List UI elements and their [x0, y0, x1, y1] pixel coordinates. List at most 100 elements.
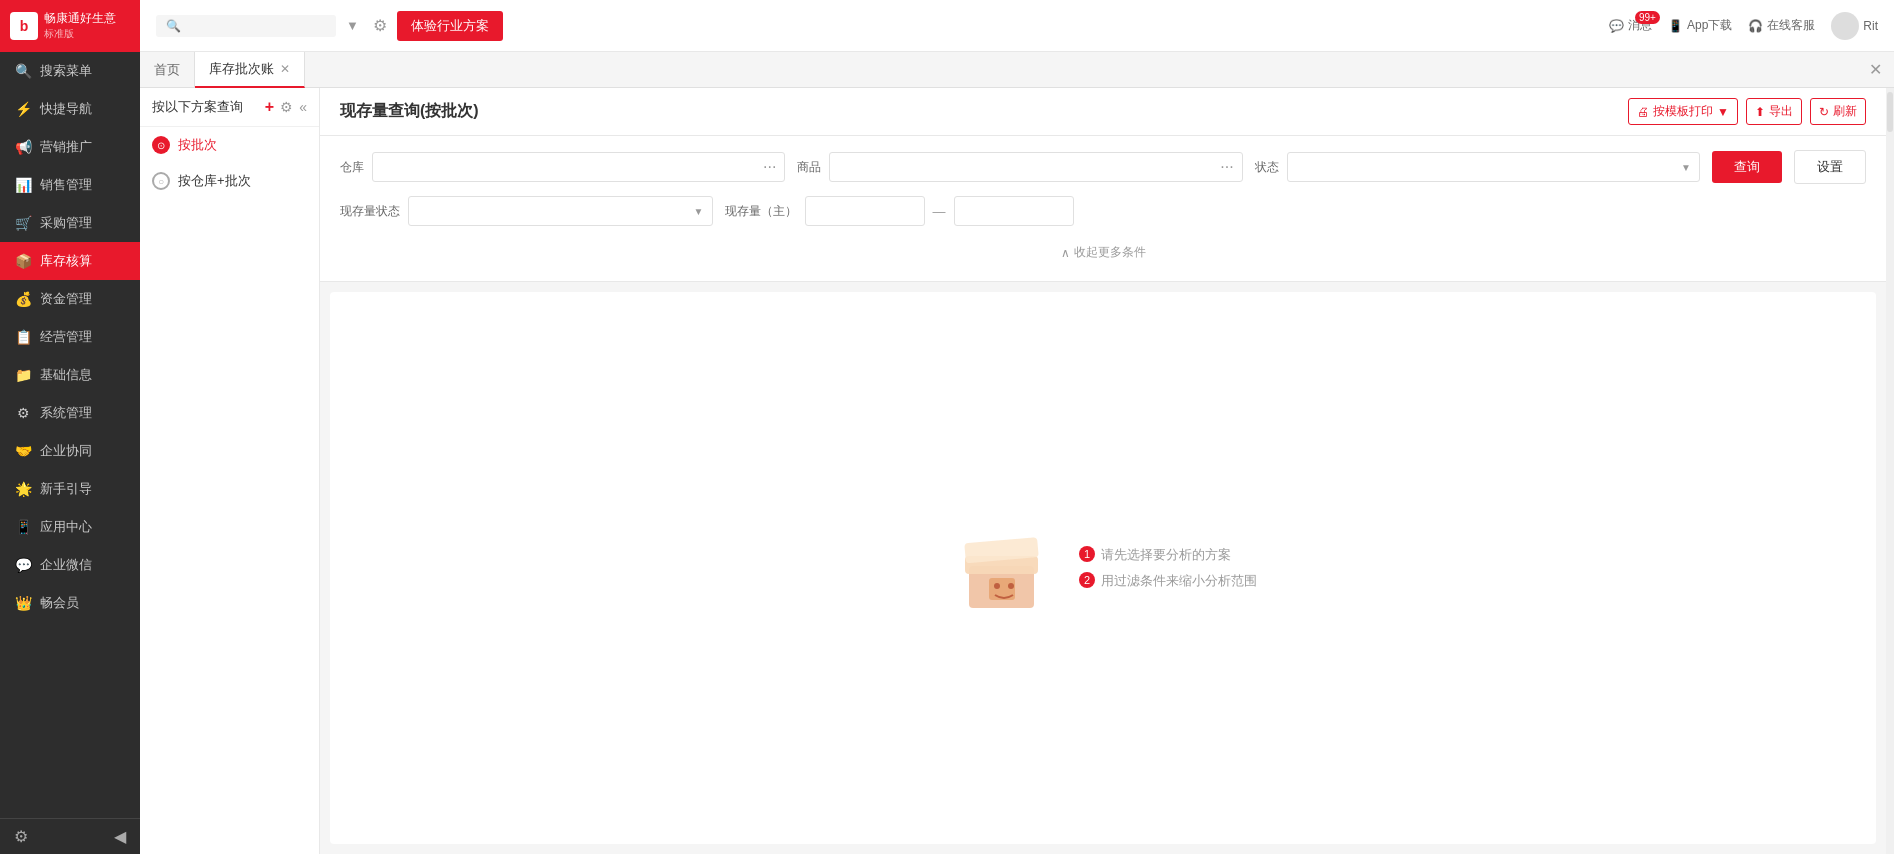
user-group[interactable]: Rit [1831, 12, 1878, 40]
tab-home-label: 首页 [154, 61, 180, 79]
svg-point-4 [994, 583, 1000, 589]
range-dash: — [933, 204, 946, 219]
sidebar-item-apps[interactable]: 📱 应用中心 [0, 508, 140, 546]
sidebar-item-operation[interactable]: 📋 经营管理 [0, 318, 140, 356]
online-service-group[interactable]: 🎧 在线客服 [1748, 17, 1815, 34]
sidebar-item-member[interactable]: 👑 畅会员 [0, 584, 140, 622]
page-header-actions: 🖨 按模板打印 ▼ ⬆ 导出 ↻ 刷新 [1628, 98, 1866, 125]
status-field: 状态 ▼ [1255, 152, 1700, 182]
sidebar-item-label: 应用中心 [40, 518, 92, 536]
sidebar-footer: ⚙ ◀ [0, 818, 140, 854]
topbar-gear-icon[interactable]: ⚙ [373, 16, 387, 35]
sidebar-item-shortcut[interactable]: ⚡ 快捷导航 [0, 90, 140, 128]
tab-home[interactable]: 首页 [140, 52, 195, 88]
plan-item-warehouse-batch[interactable]: ○ 按仓库+批次 [140, 163, 319, 199]
sidebar-item-label: 畅会员 [40, 594, 79, 612]
plan-label: 按批次 [178, 136, 217, 154]
collapse-panel-icon[interactable]: « [299, 99, 307, 115]
sidebar-item-basic[interactable]: 📁 基础信息 [0, 356, 140, 394]
collapse-up-icon: ∧ [1061, 246, 1070, 260]
sidebar-item-label: 营销推广 [40, 138, 92, 156]
trial-button[interactable]: 体验行业方案 [397, 11, 503, 41]
sidebar-item-finance[interactable]: 💰 资金管理 [0, 280, 140, 318]
hint-text-2: 用过滤条件来缩小分析范围 [1101, 572, 1257, 590]
query-button[interactable]: 查询 [1712, 151, 1782, 183]
topbar-dropdown-icon[interactable]: ▼ [346, 18, 359, 33]
page-header: 现存量查询(按批次) 🖨 按模板打印 ▼ ⬆ 导出 ↻ 刷新 [320, 88, 1886, 136]
empty-hint-1: 1 请先选择要分析的方案 [1079, 546, 1257, 564]
sidebar-item-label: 企业微信 [40, 556, 92, 574]
status-label: 状态 [1255, 159, 1279, 176]
plan-item-batch[interactable]: ⊙ 按批次 [140, 127, 319, 163]
export-button[interactable]: ⬆ 导出 [1746, 98, 1802, 125]
status-select[interactable]: ▼ [1287, 152, 1700, 182]
settings-footer-icon[interactable]: ⚙ [14, 827, 28, 846]
topbar-search[interactable]: 🔍 [156, 15, 336, 37]
sidebar-item-search[interactable]: 🔍 搜索菜单 [0, 52, 140, 90]
operation-icon: 📋 [14, 328, 32, 346]
messages-badge: 99+ [1635, 11, 1660, 24]
warehouse-dots[interactable]: ··· [763, 158, 776, 176]
stock-status-label: 现存量状态 [340, 203, 400, 220]
app-name: 畅康通好生意 [44, 11, 116, 27]
stock-quantity-label: 现存量（主） [725, 203, 797, 220]
online-service-label: 在线客服 [1767, 17, 1815, 34]
empty-hint-2: 2 用过滤条件来缩小分析范围 [1079, 572, 1257, 590]
sidebar-item-marketing[interactable]: 📢 营销推广 [0, 128, 140, 166]
sidebar: b 畅康通好生意 标准版 🔍 搜索菜单 ⚡ 快捷导航 📢 营销推广 📊 销售管理… [0, 0, 140, 854]
sidebar-item-label: 新手引导 [40, 480, 92, 498]
apps-icon: 📱 [14, 518, 32, 536]
refresh-icon: ↻ [1819, 105, 1829, 119]
refresh-button[interactable]: ↻ 刷新 [1810, 98, 1866, 125]
collapse-conditions[interactable]: ∧ 收起更多条件 [340, 238, 1866, 267]
hint-number-2: 2 [1079, 572, 1095, 588]
sidebar-item-newbie[interactable]: 🌟 新手引导 [0, 470, 140, 508]
filter-row-1: 仓库 ··· 商品 ··· 状态 [340, 150, 1866, 184]
messages-group[interactable]: 💬 消息 99+ [1609, 17, 1652, 34]
product-label: 商品 [797, 159, 821, 176]
tab-inventory-batch[interactable]: 库存批次账 ✕ [195, 52, 305, 88]
sidebar-item-purchase[interactable]: 🛒 采购管理 [0, 204, 140, 242]
sidebar-item-label: 销售管理 [40, 176, 92, 194]
print-dropdown-icon[interactable]: ▼ [1717, 105, 1729, 119]
tab-inventory-label: 库存批次账 [209, 60, 274, 78]
product-dots[interactable]: ··· [1220, 158, 1233, 176]
status-dropdown-icon: ▼ [1681, 162, 1691, 173]
warehouse-input[interactable]: ··· [372, 152, 785, 182]
product-field: 商品 ··· [797, 152, 1242, 182]
add-plan-icon[interactable]: + [265, 98, 274, 116]
search-icon: 🔍 [14, 62, 32, 80]
sidebar-item-label: 库存核算 [40, 252, 92, 270]
right-scrollbar[interactable] [1886, 88, 1894, 854]
sidebar-item-sales[interactable]: 📊 销售管理 [0, 166, 140, 204]
empty-box-graphic [959, 528, 1039, 608]
plan-icon-active: ⊙ [152, 136, 170, 154]
product-input[interactable]: ··· [829, 152, 1242, 182]
member-icon: 👑 [14, 594, 32, 612]
settings-button[interactable]: 设置 [1794, 150, 1866, 184]
print-button[interactable]: 🖨 按模板打印 ▼ [1628, 98, 1738, 125]
sidebar-item-system[interactable]: ⚙ 系统管理 [0, 394, 140, 432]
headset-icon: 🎧 [1748, 19, 1763, 33]
stock-qty-to[interactable] [954, 196, 1074, 226]
sidebar-item-label: 快捷导航 [40, 100, 92, 118]
left-panel-header: 按以下方案查询 + ⚙ « [140, 88, 319, 127]
stock-qty-from[interactable] [805, 196, 925, 226]
newbie-icon: 🌟 [14, 480, 32, 498]
sidebar-item-enterprise[interactable]: 🤝 企业协同 [0, 432, 140, 470]
filter-row-2: 现存量状态 ▼ 现存量（主） — [340, 196, 1866, 226]
stock-status-dropdown-icon: ▼ [694, 206, 704, 217]
stock-status-field: 现存量状态 ▼ [340, 196, 713, 226]
collapse-sidebar-icon[interactable]: ◀ [114, 827, 126, 846]
tab-bar-close-button[interactable]: ✕ [1857, 60, 1894, 79]
sidebar-item-label: 经营管理 [40, 328, 92, 346]
collapse-label: 收起更多条件 [1074, 244, 1146, 261]
plan-settings-icon[interactable]: ⚙ [280, 99, 293, 115]
plan-icon-outline: ○ [152, 172, 170, 190]
app-download-group[interactable]: 📱 App下载 [1668, 17, 1732, 34]
sidebar-item-inventory[interactable]: 📦 库存核算 [0, 242, 140, 280]
sidebar-item-wechat[interactable]: 💬 企业微信 [0, 546, 140, 584]
tab-close-icon[interactable]: ✕ [280, 62, 290, 76]
stock-status-select[interactable]: ▼ [408, 196, 713, 226]
purchase-icon: 🛒 [14, 214, 32, 232]
